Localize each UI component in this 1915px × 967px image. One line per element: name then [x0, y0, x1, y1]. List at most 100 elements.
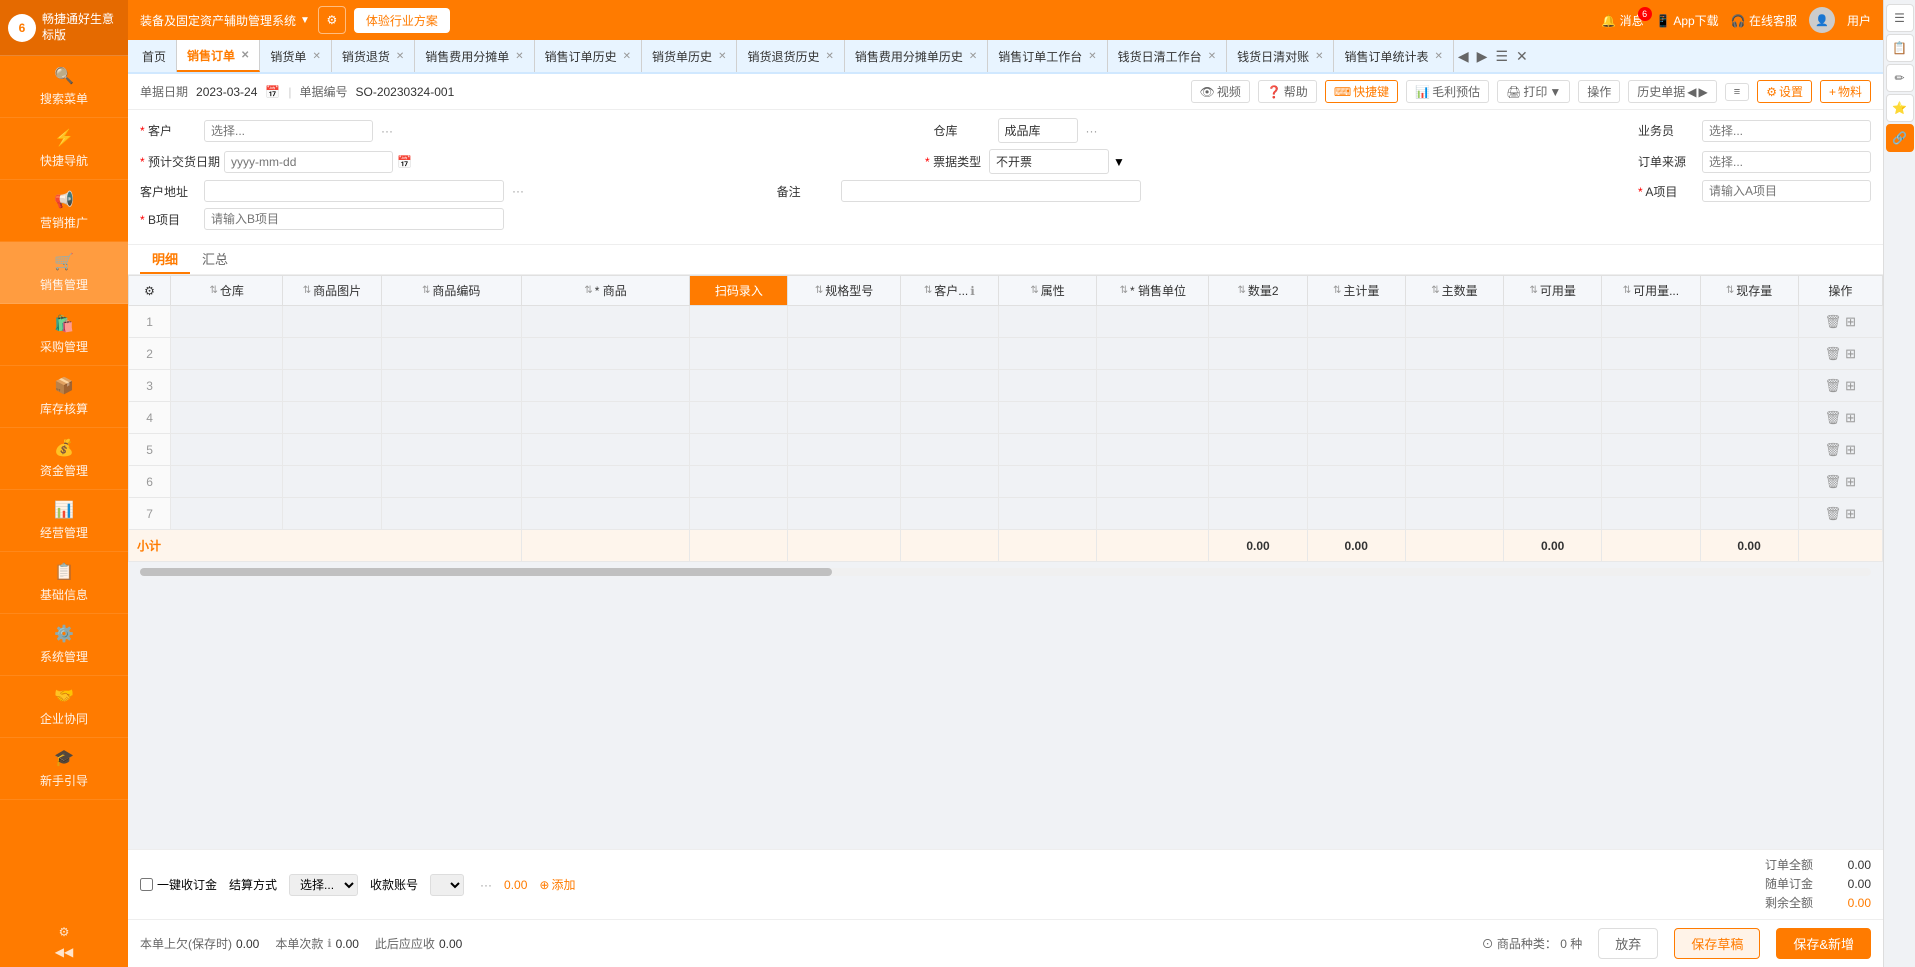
th-attr[interactable]: ⇅属性 [998, 276, 1096, 306]
cell-6-14[interactable] [1700, 466, 1798, 498]
payment-select[interactable]: 选择... [289, 874, 358, 896]
cell-7-0[interactable] [171, 498, 283, 530]
row-copy-5[interactable]: ⊞ [1845, 442, 1856, 458]
save-draft-button[interactable]: 保存草稿 [1674, 928, 1760, 959]
cell-6-8[interactable] [1097, 466, 1209, 498]
cell-5-8[interactable] [1097, 434, 1209, 466]
cell-3-0[interactable] [171, 370, 283, 402]
account-more[interactable]: ··· [480, 878, 492, 892]
sidebar-item-10[interactable]: 🤝企业协同 [0, 676, 128, 738]
tab-0[interactable]: 首页 [132, 40, 177, 72]
cell-6-10[interactable] [1307, 466, 1405, 498]
cell-5-7[interactable] [998, 434, 1096, 466]
cell-3-12[interactable] [1504, 370, 1602, 402]
cell-7-7[interactable] [998, 498, 1096, 530]
cell-1-2[interactable] [381, 306, 521, 338]
row-delete-5[interactable]: 🗑 [1825, 442, 1842, 458]
cell-6-1[interactable] [283, 466, 381, 498]
tab-11[interactable]: 钱货日清对账✕ [1227, 40, 1334, 72]
th-stock[interactable]: ⇅现存量 [1700, 276, 1798, 306]
tab-close-all[interactable]: ✕ [1512, 48, 1532, 65]
tab-close-5[interactable]: ✕ [623, 51, 631, 62]
sidebar-item-6[interactable]: 💰资金管理 [0, 428, 128, 490]
sidebar-item-1[interactable]: ⚡快捷导航 [0, 118, 128, 180]
cell-6-9[interactable] [1209, 466, 1307, 498]
tab-menu[interactable]: ☰ [1491, 48, 1512, 65]
cell-1-8[interactable] [1097, 306, 1209, 338]
cell-4-1[interactable] [283, 402, 381, 434]
cell-4-9[interactable] [1209, 402, 1307, 434]
cell-7-6[interactable] [900, 498, 998, 530]
cell-6-4[interactable] [690, 466, 788, 498]
customer-more[interactable]: ··· [381, 124, 393, 138]
th-main-unit[interactable]: ⇅主计量 [1307, 276, 1405, 306]
tab-close-11[interactable]: ✕ [1315, 51, 1323, 62]
cell-1-11[interactable] [1405, 306, 1503, 338]
settings-btn[interactable]: ⚙ 设置 [1757, 80, 1812, 103]
cell-1-12[interactable] [1504, 306, 1602, 338]
sidebar-settings[interactable]: ⚙ [59, 925, 70, 939]
sidebar-item-0[interactable]: 🔍搜索菜单 [0, 56, 128, 118]
cell-2-13[interactable] [1602, 338, 1700, 370]
cell-3-2[interactable] [381, 370, 521, 402]
cell-6-3[interactable] [521, 466, 689, 498]
rp-btn-4[interactable]: ⭐ [1886, 94, 1914, 122]
row-delete-4[interactable]: 🗑 [1825, 410, 1842, 426]
tab-close-3[interactable]: ✕ [396, 51, 404, 62]
profit-btn[interactable]: 📊 毛利预估 [1406, 80, 1489, 103]
cell-2-8[interactable] [1097, 338, 1209, 370]
row-delete-6[interactable]: 🗑 [1825, 474, 1842, 490]
cell-4-7[interactable] [998, 402, 1096, 434]
cell-1-1[interactable] [283, 306, 381, 338]
row-copy-6[interactable]: ⊞ [1845, 474, 1856, 490]
cell-3-11[interactable] [1405, 370, 1503, 402]
tab-close-1[interactable]: ✕ [241, 50, 249, 61]
cell-3-7[interactable] [998, 370, 1096, 402]
cell-7-10[interactable] [1307, 498, 1405, 530]
tab-close-7[interactable]: ✕ [825, 51, 833, 62]
th-product[interactable]: ⇅* 商品 [521, 276, 689, 306]
history-btn[interactable]: 历史单据 ◀ ▶ [1628, 80, 1716, 103]
cell-3-8[interactable] [1097, 370, 1209, 402]
cell-5-13[interactable] [1602, 434, 1700, 466]
cell-7-5[interactable] [788, 498, 900, 530]
tab-close-8[interactable]: ✕ [969, 51, 977, 62]
gear-button[interactable]: ⚙ [318, 6, 346, 34]
grid-view-btn[interactable]: ≡ [1725, 83, 1749, 101]
cell-6-6[interactable] [900, 466, 998, 498]
cell-3-13[interactable] [1602, 370, 1700, 402]
row-copy-3[interactable]: ⊞ [1845, 378, 1856, 394]
th-qty2[interactable]: ⇅数量2 [1209, 276, 1307, 306]
tab-8[interactable]: 销售费用分摊单历史✕ [845, 40, 988, 72]
cell-2-14[interactable] [1700, 338, 1798, 370]
row-copy-4[interactable]: ⊞ [1845, 410, 1856, 426]
system-dropdown-arrow[interactable]: ▼ [300, 15, 310, 26]
tab-close-6[interactable]: ✕ [718, 51, 726, 62]
tab-10[interactable]: 钱货日清工作台✕ [1108, 40, 1227, 72]
th-main-qty[interactable]: ⇅主数量 [1405, 276, 1503, 306]
cell-7-9[interactable] [1209, 498, 1307, 530]
sidebar-item-2[interactable]: 📢营销推广 [0, 180, 128, 242]
cell-7-14[interactable] [1700, 498, 1798, 530]
sidebar-item-3[interactable]: 🛒销售管理 [0, 242, 128, 304]
cell-7-2[interactable] [381, 498, 521, 530]
tab-6[interactable]: 销货单历史✕ [642, 40, 737, 72]
tab-close-9[interactable]: ✕ [1088, 51, 1096, 62]
warehouse-more[interactable]: ··· [1086, 124, 1098, 138]
cell-5-6[interactable] [900, 434, 998, 466]
cell-7-12[interactable] [1504, 498, 1602, 530]
cell-7-11[interactable] [1405, 498, 1503, 530]
row-copy-7[interactable]: ⊞ [1845, 506, 1856, 522]
cell-6-12[interactable] [1504, 466, 1602, 498]
cell-6-13[interactable] [1602, 466, 1700, 498]
row-delete-3[interactable]: 🗑 [1825, 378, 1842, 394]
cell-4-4[interactable] [690, 402, 788, 434]
row-delete-1[interactable]: 🗑 [1825, 314, 1842, 330]
th-available[interactable]: ⇅可用量 [1504, 276, 1602, 306]
cell-5-0[interactable] [171, 434, 283, 466]
delivery-input[interactable] [224, 151, 393, 173]
cell-7-3[interactable] [521, 498, 689, 530]
cell-2-2[interactable] [381, 338, 521, 370]
invoice-dropdown-icon[interactable]: ▼ [1113, 155, 1125, 169]
message-button[interactable]: 🔔 消息 6 [1601, 12, 1643, 29]
